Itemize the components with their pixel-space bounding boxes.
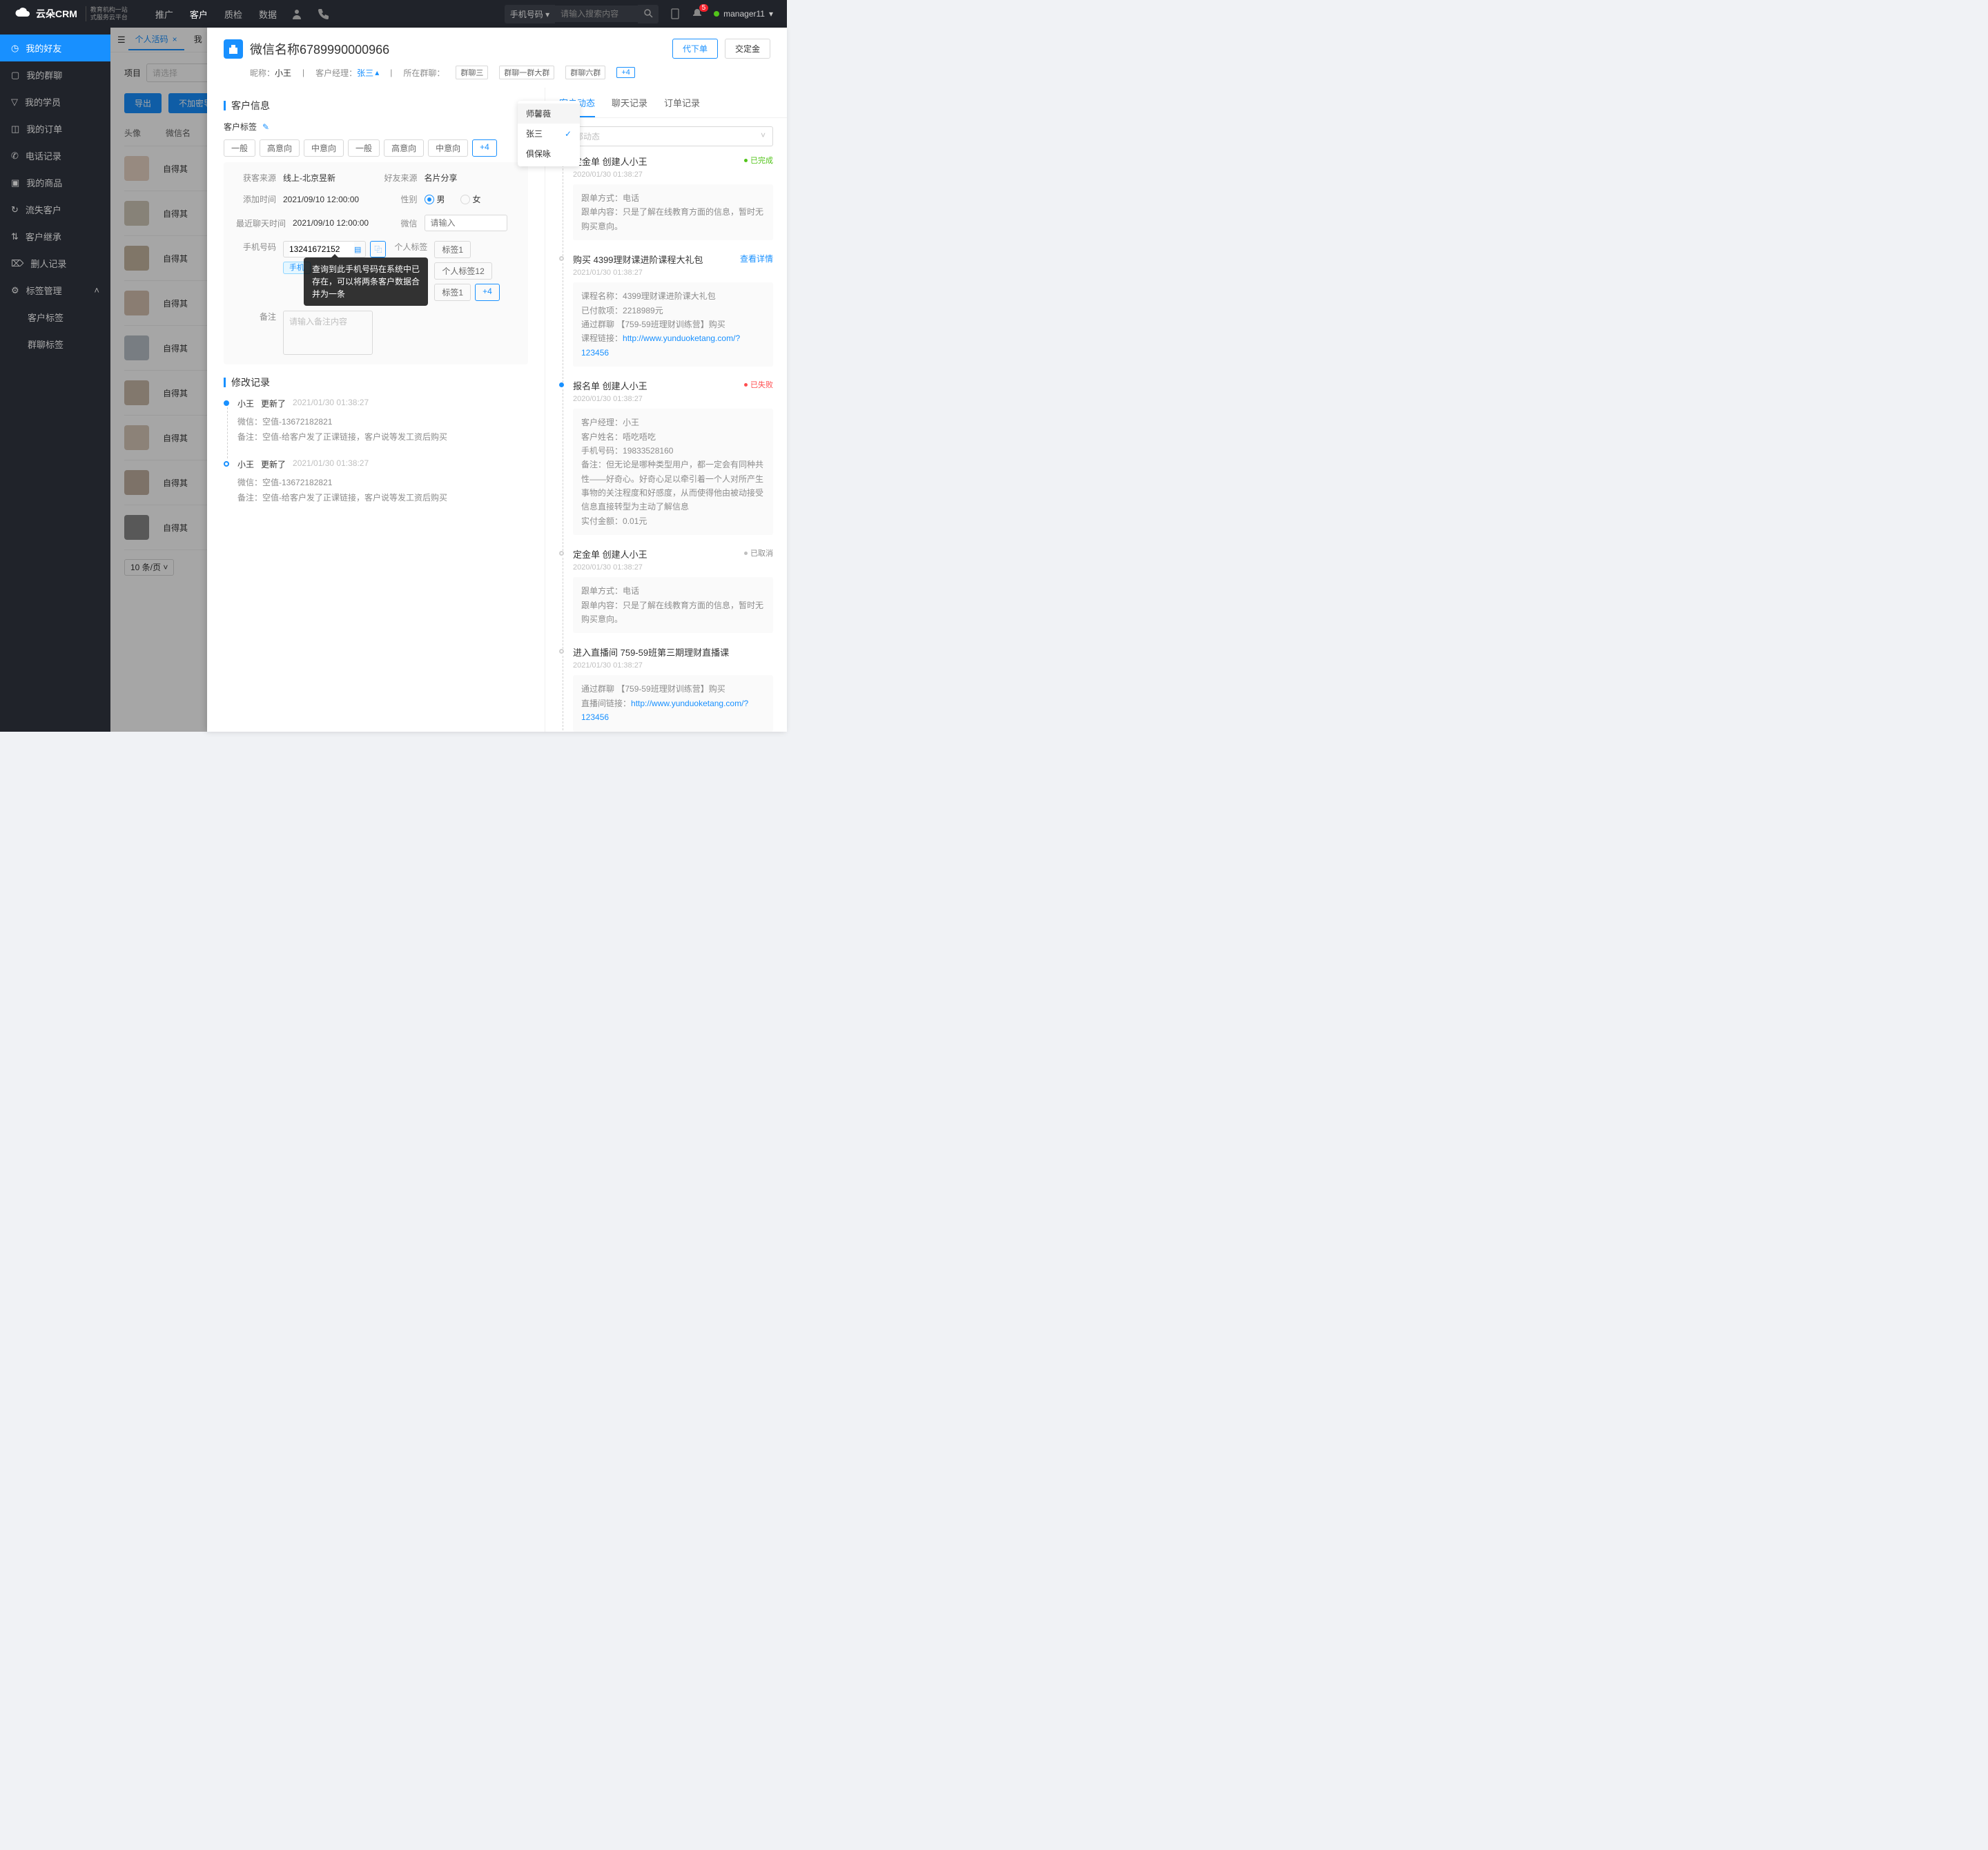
customer-tag[interactable]: 高意向 [260, 139, 300, 157]
nav-data[interactable]: 数据 [259, 8, 277, 21]
gender-male-radio[interactable]: 男 [425, 193, 445, 205]
gender-female-radio[interactable]: 女 [460, 193, 481, 205]
goods-icon: ▣ [11, 177, 19, 188]
manager-dropdown: 师馨薇 张三✓ 俱保咏 [518, 101, 580, 166]
inherit-icon: ⇅ [11, 231, 19, 242]
order-icon: ◫ [11, 124, 19, 135]
filter-icon: ▽ [11, 97, 18, 108]
search-button[interactable] [638, 5, 659, 23]
sidebar-item-tags[interactable]: ⚙标签管理˄ [0, 277, 110, 304]
phone-input[interactable] [289, 242, 354, 257]
copy-icon[interactable]: ⿻ [370, 241, 386, 257]
drawer-title: 微信名称6789990000966 [250, 40, 389, 58]
customer-tag[interactable]: 中意向 [304, 139, 344, 157]
phone-icon[interactable] [317, 8, 329, 20]
contact-icon[interactable]: ▤ [354, 245, 361, 254]
user-menu[interactable]: manager11 ▾ [714, 9, 773, 19]
sidebar-item-friends[interactable]: ◷我的好友 [0, 35, 110, 61]
dropdown-item[interactable]: 张三✓ [518, 124, 580, 144]
order-button[interactable]: 代下单 [672, 39, 718, 59]
status-badge: 已失败 [744, 379, 773, 390]
check-icon: ✓ [565, 129, 572, 139]
activity-filter-select[interactable]: 全部动态˅ [559, 126, 773, 146]
customer-tag[interactable]: 一般 [348, 139, 380, 157]
group-more[interactable]: +4 [616, 67, 635, 78]
customer-tag[interactable]: 中意向 [428, 139, 468, 157]
customer-drawer: 微信名称6789990000966 代下单 交定金 昵称：小王 | 客户经理：张… [207, 28, 787, 732]
lost-icon: ↻ [11, 204, 19, 215]
group-tag[interactable]: 群聊三 [456, 66, 488, 79]
timeline-item: 定金单 创建人小王已完成 2020/01/30 01:38:27 跟单方式：电话… [559, 155, 773, 253]
phonelog-icon: ✆ [11, 150, 19, 162]
personal-tag[interactable]: 标签1 [434, 241, 471, 258]
chat-icon: ▢ [11, 70, 19, 81]
tab-orders[interactable]: 订单记录 [664, 96, 700, 117]
detail-link[interactable]: 查看详情 [740, 253, 773, 264]
sidebar-item-inherit[interactable]: ⇅客户继承 [0, 223, 110, 250]
personal-tag[interactable]: 个人标签12 [434, 262, 491, 280]
sidebar-item-delete[interactable]: ⌦删人记录 [0, 250, 110, 277]
timeline-item: 购买 4399理财课进阶课程大礼包查看详情 2021/01/30 01:38:2… [559, 253, 773, 379]
cloud-icon [14, 7, 32, 21]
phone-tooltip: 查询到此手机号码在系统中已存在，可以将两条客户数据合并为一条 [304, 257, 428, 306]
personal-tag[interactable]: 标签1 [434, 284, 471, 301]
chevron-down-icon: ▾ [769, 9, 773, 19]
sidebar-item-goods[interactable]: ▣我的商品 [0, 169, 110, 196]
deposit-button[interactable]: 交定金 [725, 39, 770, 59]
sidebar: ◷我的好友 ▢我的群聊 ▽我的学员 ◫我的订单 ✆电话记录 ▣我的商品 ↻流失客… [0, 28, 110, 732]
search-group: 手机号码 ▾ [505, 5, 659, 23]
chevron-down-icon: ˅ [761, 130, 766, 142]
tags-label: 客户标签 [224, 121, 257, 133]
personal-tag-more[interactable]: +4 [475, 284, 500, 301]
timeline-item: 报名单 创建人小王已失败 2020/01/30 01:38:27 客户经理：小王… [559, 379, 773, 547]
history-item: 小王更新了2021/01/30 01:38:27 微信：空值-136721828… [224, 398, 528, 458]
chevron-up-icon: ▴ [375, 68, 379, 77]
timeline-item: 定金单 创建人小王已取消 2020/01/30 01:38:27 跟单方式：电话… [559, 547, 773, 645]
search-type-select[interactable]: 手机号码 ▾ [505, 5, 555, 23]
mobile-icon[interactable] [670, 8, 681, 19]
sidebar-item-phonelog[interactable]: ✆电话记录 [0, 142, 110, 169]
top-nav: 推广 客户 质检 数据 [155, 8, 277, 21]
timeline-item: 进入直播间 759-59班第三期理财直播课 2021/01/30 01:38:2… [559, 645, 773, 732]
sidebar-item-lost[interactable]: ↻流失客户 [0, 196, 110, 223]
wechat-input[interactable] [425, 215, 507, 231]
dropdown-item[interactable]: 俱保咏 [518, 144, 580, 164]
history-item: 小王更新了2021/01/30 01:38:27 微信：空值-136721828… [224, 458, 528, 519]
sidebar-sub-customer-tags[interactable]: 客户标签 [0, 304, 110, 331]
group-tag[interactable]: 群聊六群 [565, 66, 605, 79]
nav-promo[interactable]: 推广 [155, 8, 173, 21]
group-tag[interactable]: 群聊一群大群 [499, 66, 554, 79]
chevron-up-icon: ˄ [94, 285, 99, 295]
status-badge: 已完成 [744, 155, 773, 166]
sidebar-item-groups[interactable]: ▢我的群聊 [0, 61, 110, 88]
section-customer-info: 客户信息 [224, 99, 528, 113]
logo: 云朵CRM 教育机构一站式服务云平台 [14, 6, 128, 21]
search-input[interactable] [555, 6, 638, 22]
dropdown-item[interactable]: 师馨薇 [518, 104, 580, 124]
section-history: 修改记录 [224, 376, 528, 389]
nav-customer[interactable]: 客户 [190, 8, 208, 21]
tab-chat[interactable]: 聊天记录 [612, 96, 647, 117]
nav-qc[interactable]: 质检 [224, 8, 242, 21]
manager-select[interactable]: 张三 ▴ [357, 67, 379, 79]
topbar: 云朵CRM 教育机构一站式服务云平台 推广 客户 质检 数据 手机号码 ▾ 5 … [0, 0, 787, 28]
tag-more[interactable]: +4 [472, 139, 497, 157]
tag-icon: ⚙ [11, 285, 19, 296]
sidebar-item-orders[interactable]: ◫我的订单 [0, 115, 110, 142]
remark-textarea[interactable]: 请输入备注内容 [283, 311, 373, 355]
customer-icon [224, 39, 243, 59]
delete-icon: ⌦ [11, 258, 23, 269]
sidebar-sub-group-tags[interactable]: 群聊标签 [0, 331, 110, 358]
customer-tag[interactable]: 高意向 [384, 139, 424, 157]
clock-icon: ◷ [11, 43, 19, 54]
user-icon[interactable] [291, 8, 303, 20]
sidebar-item-students[interactable]: ▽我的学员 [0, 88, 110, 115]
notification-icon[interactable]: 5 [692, 8, 703, 21]
status-dot-icon [714, 11, 719, 17]
phone-input-box[interactable]: ▤ [283, 241, 366, 257]
edit-icon[interactable]: ✎ [262, 122, 269, 132]
status-badge: 已取消 [744, 547, 773, 558]
customer-tag[interactable]: 一般 [224, 139, 255, 157]
